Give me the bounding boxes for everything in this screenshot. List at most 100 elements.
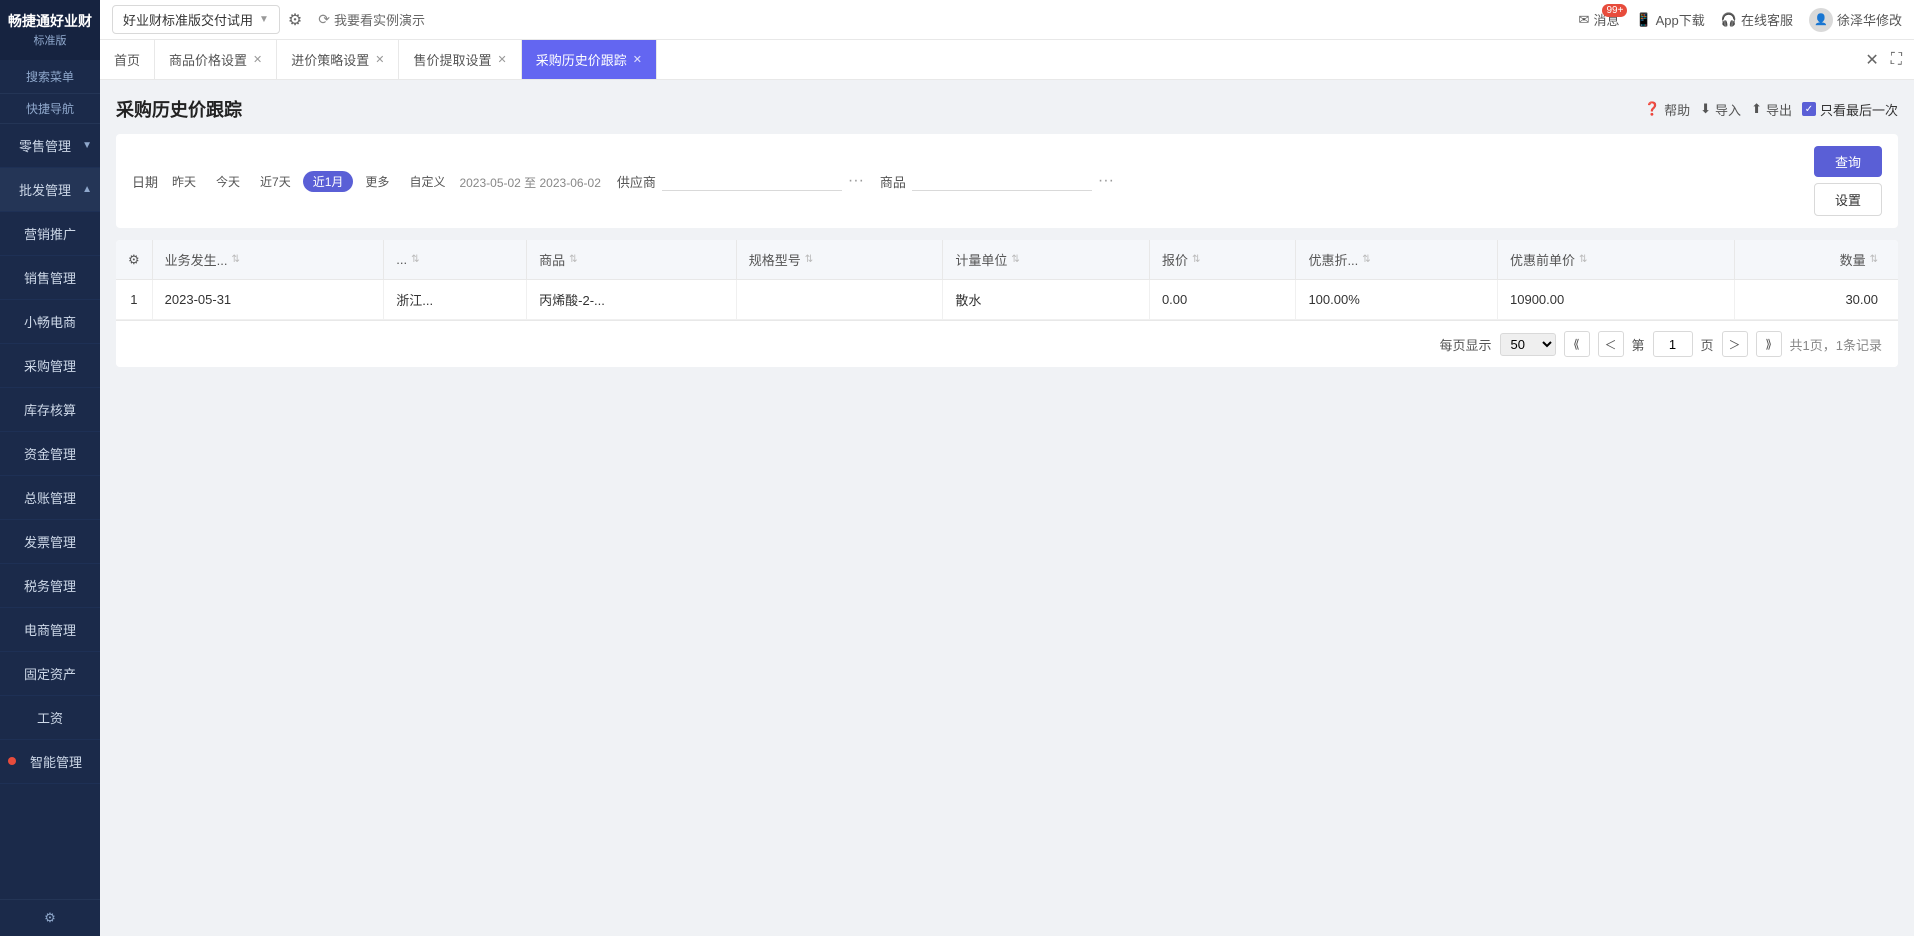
supplier-input[interactable] bbox=[662, 171, 842, 191]
date-filter-label: 日期 bbox=[132, 172, 158, 191]
tab-home[interactable]: 首页 bbox=[100, 40, 155, 79]
date-option-1month[interactable]: 近1月 bbox=[303, 171, 354, 192]
import-button[interactable]: ⬇ 导入 bbox=[1700, 100, 1741, 119]
sort-icon[interactable]: ⇅ bbox=[232, 254, 240, 265]
tab-sale[interactable]: 售价提取设置 ✕ bbox=[399, 40, 521, 79]
close-icon[interactable]: ✕ bbox=[375, 53, 384, 66]
col-gear[interactable]: ⚙ bbox=[116, 240, 152, 280]
sort-icon[interactable]: ⇅ bbox=[1011, 254, 1019, 265]
date-option-custom[interactable]: 自定义 bbox=[401, 171, 453, 192]
sidebar-item-ecommerce-small[interactable]: 小畅电商 bbox=[0, 300, 100, 344]
mobile-icon: 📱 bbox=[1635, 12, 1651, 28]
date-option-more[interactable]: 更多 bbox=[357, 171, 397, 192]
supplier-more-icon[interactable]: ··· bbox=[848, 172, 864, 190]
sidebar-item-quick-nav[interactable]: 快捷导航 bbox=[0, 94, 100, 124]
help-icon: ❓ bbox=[1644, 101, 1660, 117]
tab-price[interactable]: 商品价格设置 ✕ bbox=[155, 40, 277, 79]
sidebar-item-retail[interactable]: 零售管理 ▼ bbox=[0, 124, 100, 168]
col-original-price: 优惠前单价 ⇅ bbox=[1498, 240, 1735, 280]
sidebar-settings[interactable]: ⚙ bbox=[0, 899, 100, 936]
sort-icon[interactable]: ⇅ bbox=[1579, 254, 1587, 265]
cell-original-price: 30.00 bbox=[1734, 280, 1898, 320]
message-button[interactable]: ✉ 消息 99+ bbox=[1579, 10, 1620, 29]
close-icon[interactable]: ✕ bbox=[633, 53, 642, 66]
close-icon[interactable]: ✕ bbox=[253, 53, 262, 66]
only-last-checkbox-label[interactable]: ✓ 只看最后一次 bbox=[1802, 100, 1898, 119]
page-input[interactable] bbox=[1653, 331, 1693, 357]
online-service-button[interactable]: 🎧 在线客服 bbox=[1721, 10, 1793, 29]
col-price-label: 报价 bbox=[1162, 250, 1188, 269]
message-badge: 99+ bbox=[1602, 4, 1627, 17]
sidebar-item-invoice[interactable]: 发票管理 bbox=[0, 520, 100, 564]
sidebar-item-sales[interactable]: 销售管理 bbox=[0, 256, 100, 300]
chevron-down-icon: ▼ bbox=[82, 140, 92, 151]
sort-icon[interactable]: ⇅ bbox=[1870, 254, 1878, 265]
sidebar-item-salary[interactable]: 工资 bbox=[0, 696, 100, 740]
sidebar-item-wholesale[interactable]: 批发管理 ▲ bbox=[0, 168, 100, 212]
next-page-button[interactable]: ＞ bbox=[1722, 331, 1748, 357]
sidebar-item-marketing[interactable]: 营销推广 bbox=[0, 212, 100, 256]
sidebar-item-search[interactable]: 搜索菜单 bbox=[0, 60, 100, 94]
col-discount: 优惠折... ⇅ bbox=[1296, 240, 1498, 280]
app-download-button[interactable]: 📱 App下载 bbox=[1635, 10, 1704, 29]
sort-icon[interactable]: ⇅ bbox=[1192, 254, 1200, 265]
tab-history[interactable]: 采购历史价跟踪 ✕ bbox=[522, 40, 657, 79]
only-last-checkbox[interactable]: ✓ bbox=[1802, 102, 1816, 116]
sidebar-logo: 畅捷通好业财 标准版 bbox=[0, 0, 100, 60]
import-icon: ⬇ bbox=[1700, 101, 1711, 117]
cell-goods: 丙烯酸-2-... bbox=[527, 280, 737, 320]
page-actions: ❓ 帮助 ⬇ 导入 ⬆ 导出 ✓ 只看最后一次 bbox=[1644, 100, 1898, 119]
page-suffix: 页 bbox=[1701, 335, 1714, 354]
sidebar-item-general-ledger[interactable]: 总账管理 bbox=[0, 476, 100, 520]
setting-button[interactable]: 设置 bbox=[1814, 183, 1882, 216]
col-original-price-label: 优惠前单价 bbox=[1510, 250, 1575, 269]
tab-strategy[interactable]: 进价策略设置 ✕ bbox=[277, 40, 399, 79]
goods-input[interactable] bbox=[912, 171, 1092, 191]
goods-more-icon[interactable]: ··· bbox=[1098, 172, 1114, 190]
help-button[interactable]: ❓ 帮助 bbox=[1644, 100, 1690, 119]
col-unit-label: 计量单位 bbox=[955, 250, 1007, 269]
demo-link[interactable]: 我要看实例演示 bbox=[318, 10, 425, 29]
sidebar-item-ecommerce[interactable]: 电商管理 bbox=[0, 608, 100, 652]
sort-icon[interactable]: ⇅ bbox=[805, 254, 813, 265]
first-page-button[interactable]: ⟪ bbox=[1564, 331, 1590, 357]
prev-page-button[interactable]: ＜ bbox=[1598, 331, 1624, 357]
sort-icon[interactable]: ⇅ bbox=[411, 254, 419, 265]
query-button[interactable]: 查询 bbox=[1814, 146, 1882, 177]
tab-bar: 首页 商品价格设置 ✕ 进价策略设置 ✕ 售价提取设置 ✕ 采购历史价跟踪 ✕ … bbox=[100, 40, 1914, 80]
sidebar-item-inventory[interactable]: 库存核算 bbox=[0, 388, 100, 432]
data-table: ⚙ 业务发生... ⇅ ... ⇅ bbox=[116, 240, 1898, 320]
last-page-button[interactable]: ⟫ bbox=[1756, 331, 1782, 357]
sidebar-item-fixed-assets[interactable]: 固定资产 bbox=[0, 652, 100, 696]
col-date: 业务发生... ⇅ bbox=[152, 240, 384, 280]
sort-icon[interactable]: ⇅ bbox=[1362, 254, 1370, 265]
sidebar-item-purchase[interactable]: 采购管理 bbox=[0, 344, 100, 388]
version-selector[interactable]: 好业财标准版交付试用 ▼ bbox=[112, 5, 280, 34]
export-button[interactable]: ⬆ 导出 bbox=[1751, 100, 1792, 119]
date-option-7days[interactable]: 近7天 bbox=[252, 171, 299, 192]
tab-history-label: 采购历史价跟踪 bbox=[536, 50, 627, 69]
date-option-today[interactable]: 今天 bbox=[208, 171, 248, 192]
username-label: 徐泽华修改 bbox=[1837, 10, 1902, 29]
close-icon[interactable]: ✕ bbox=[498, 53, 507, 66]
goods-filter-label: 商品 bbox=[880, 172, 906, 191]
filter-buttons: 查询 设置 bbox=[1814, 146, 1882, 216]
page-total: 共1页，1条记录 bbox=[1790, 335, 1882, 354]
col-quantity-label: 数量 bbox=[1840, 250, 1866, 269]
tab-strategy-label: 进价策略设置 bbox=[291, 50, 369, 69]
user-menu[interactable]: 👤 徐泽华修改 bbox=[1809, 8, 1902, 32]
pagination: 每页显示 50 10 20 100 ⟪ ＜ 第 页 ＞ ⟫ 共1页，1条记录 bbox=[116, 320, 1898, 367]
demo-label: 我要看实例演示 bbox=[334, 10, 425, 29]
sidebar-item-finance[interactable]: 资金管理 bbox=[0, 432, 100, 476]
page-size-select[interactable]: 50 10 20 100 bbox=[1500, 333, 1556, 356]
table-header-row: ⚙ 业务发生... ⇅ ... ⇅ bbox=[116, 240, 1898, 280]
config-icon[interactable]: ⚙ bbox=[288, 10, 302, 30]
expand-tab-button[interactable]: ⛶ bbox=[1887, 47, 1906, 73]
date-option-yesterday[interactable]: 昨天 bbox=[164, 171, 204, 192]
export-icon: ⬆ bbox=[1751, 101, 1762, 117]
sidebar-item-tax[interactable]: 税务管理 bbox=[0, 564, 100, 608]
close-tab-button[interactable]: ✕ bbox=[1861, 46, 1882, 74]
sort-icon[interactable]: ⇅ bbox=[569, 254, 577, 265]
cell-price-unit: 0.00 bbox=[1149, 280, 1296, 320]
sidebar-item-smart[interactable]: 智能管理 bbox=[0, 740, 100, 784]
